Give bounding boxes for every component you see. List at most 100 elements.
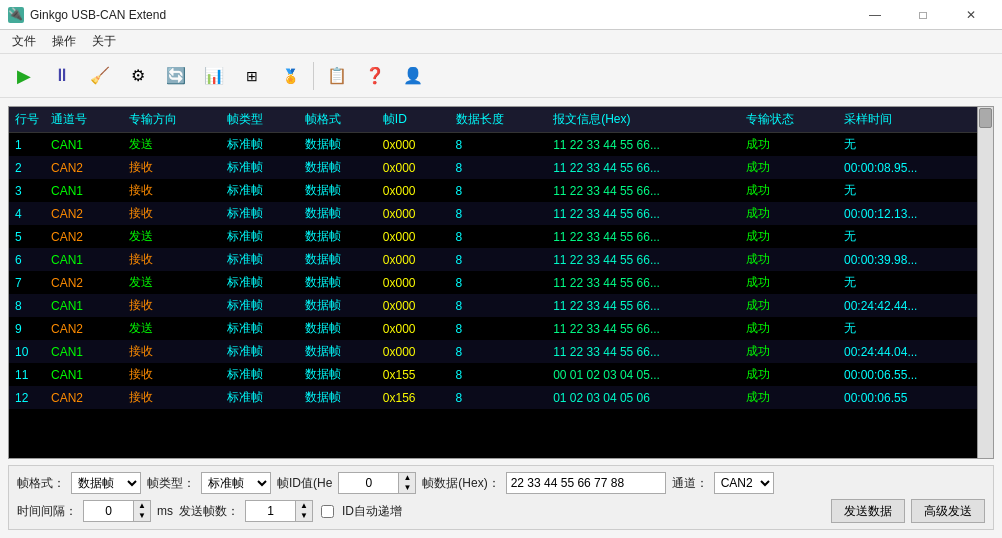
cell-dir: 发送 xyxy=(123,317,221,340)
cell-status: 成功 xyxy=(740,133,838,157)
cell-dir: 接收 xyxy=(123,156,221,179)
frame-id-input[interactable] xyxy=(338,472,398,494)
cell-row: 10 xyxy=(9,340,45,363)
control-row-2: 时间间隔： ▲ ▼ ms 发送帧数： ▲ ▼ ID自动递增 发送数据 xyxy=(17,499,985,523)
cell-data: 11 22 33 44 55 66... xyxy=(547,179,740,202)
frame-format-select[interactable]: 数据帧 远程帧 xyxy=(71,472,141,494)
menu-file[interactable]: 文件 xyxy=(4,30,44,53)
send-count-down-arrow[interactable]: ▼ xyxy=(296,511,312,521)
cell-len: 8 xyxy=(450,271,548,294)
cell-fformat: 数据帧 xyxy=(299,317,377,340)
cell-row: 7 xyxy=(9,271,45,294)
play-button[interactable]: ▶ xyxy=(6,58,42,94)
time-down-arrow[interactable]: ▼ xyxy=(134,511,150,521)
cell-len: 8 xyxy=(450,156,548,179)
cell-row: 3 xyxy=(9,179,45,202)
cell-dir: 接收 xyxy=(123,294,221,317)
cell-row: 5 xyxy=(9,225,45,248)
cell-dir: 发送 xyxy=(123,225,221,248)
filter-button[interactable]: 🏅 xyxy=(272,58,308,94)
refresh-button[interactable]: 🔄 xyxy=(158,58,194,94)
frame-data-input[interactable] xyxy=(506,472,666,494)
cell-id: 0x156 xyxy=(377,386,450,409)
cell-time: 无 xyxy=(838,179,977,202)
time-interval-input[interactable] xyxy=(83,500,133,522)
table-row: 6 CAN1 接收 标准帧 数据帧 0x000 8 11 22 33 44 55… xyxy=(9,248,977,271)
control-row-1: 帧格式： 数据帧 远程帧 帧类型： 标准帧 扩展帧 帧ID值(He ▲ ▼ 帧数… xyxy=(17,472,985,494)
app-icon: 🔌 xyxy=(8,7,24,23)
cell-data: 11 22 33 44 55 66... xyxy=(547,271,740,294)
frame-id-down-arrow[interactable]: ▼ xyxy=(399,483,415,493)
help-button[interactable]: ❓ xyxy=(357,58,393,94)
settings-button[interactable]: ⚙ xyxy=(120,58,156,94)
cell-channel: CAN1 xyxy=(45,363,123,386)
channel-select[interactable]: CAN1 CAN2 xyxy=(714,472,774,494)
cell-len: 8 xyxy=(450,363,548,386)
menu-operate[interactable]: 操作 xyxy=(44,30,84,53)
cell-time: 00:00:08.95... xyxy=(838,156,977,179)
pause-button[interactable]: ⏸ xyxy=(44,58,80,94)
col-header-channel: 通道号 xyxy=(45,107,123,133)
cell-row: 1 xyxy=(9,133,45,157)
control-panel: 帧格式： 数据帧 远程帧 帧类型： 标准帧 扩展帧 帧ID值(He ▲ ▼ 帧数… xyxy=(8,465,994,530)
frame-id-up-arrow[interactable]: ▲ xyxy=(399,473,415,483)
cell-dir: 接收 xyxy=(123,340,221,363)
scrollbar-thumb[interactable] xyxy=(979,108,992,128)
cell-channel: CAN1 xyxy=(45,248,123,271)
time-interval-spinner: ▲ ▼ xyxy=(83,500,151,522)
frame-id-spinner: ▲ ▼ xyxy=(338,472,416,494)
advanced-send-button[interactable]: 高级发送 xyxy=(911,499,985,523)
cell-row: 4 xyxy=(9,202,45,225)
cell-id: 0x000 xyxy=(377,271,450,294)
auto-id-checkbox[interactable] xyxy=(321,505,334,518)
cell-status: 成功 xyxy=(740,317,838,340)
cell-id: 0x000 xyxy=(377,179,450,202)
cell-channel: CAN1 xyxy=(45,294,123,317)
cell-time: 00:00:39.98... xyxy=(838,248,977,271)
cell-len: 8 xyxy=(450,248,548,271)
table-row: 10 CAN1 接收 标准帧 数据帧 0x000 8 11 22 33 44 5… xyxy=(9,340,977,363)
minimize-button[interactable]: — xyxy=(852,0,898,30)
cell-fformat: 数据帧 xyxy=(299,202,377,225)
cell-data: 11 22 33 44 55 66... xyxy=(547,317,740,340)
cell-len: 8 xyxy=(450,225,548,248)
cell-ftype: 标准帧 xyxy=(221,340,299,363)
cell-row: 2 xyxy=(9,156,45,179)
auto-id-label: ID自动递增 xyxy=(342,503,402,520)
cell-time: 00:24:42.44... xyxy=(838,294,977,317)
send-data-button[interactable]: 发送数据 xyxy=(831,499,905,523)
send-count-input[interactable] xyxy=(245,500,295,522)
table-row: 1 CAN1 发送 标准帧 数据帧 0x000 8 11 22 33 44 55… xyxy=(9,133,977,157)
cell-ftype: 标准帧 xyxy=(221,386,299,409)
cell-row: 8 xyxy=(9,294,45,317)
cell-fformat: 数据帧 xyxy=(299,294,377,317)
cell-channel: CAN2 xyxy=(45,317,123,340)
frame-type-select[interactable]: 标准帧 扩展帧 xyxy=(201,472,271,494)
frame-data-label: 帧数据(Hex)： xyxy=(422,475,499,492)
cell-status: 成功 xyxy=(740,248,838,271)
cell-channel: CAN2 xyxy=(45,386,123,409)
cell-channel: CAN1 xyxy=(45,133,123,157)
maximize-button[interactable]: □ xyxy=(900,0,946,30)
cell-status: 成功 xyxy=(740,225,838,248)
file-button[interactable]: 📋 xyxy=(319,58,355,94)
cell-ftype: 标准帧 xyxy=(221,271,299,294)
grid-button[interactable]: ⊞ xyxy=(234,58,270,94)
cell-time: 无 xyxy=(838,317,977,340)
close-button[interactable]: ✕ xyxy=(948,0,994,30)
time-up-arrow[interactable]: ▲ xyxy=(134,501,150,511)
menu-about[interactable]: 关于 xyxy=(84,30,124,53)
send-count-up-arrow[interactable]: ▲ xyxy=(296,501,312,511)
user-button[interactable]: 👤 xyxy=(395,58,431,94)
chart-button[interactable]: 📊 xyxy=(196,58,232,94)
cell-data: 11 22 33 44 55 66... xyxy=(547,202,740,225)
clear-button[interactable]: 🧹 xyxy=(82,58,118,94)
frame-format-label: 帧格式： xyxy=(17,475,65,492)
scrollbar[interactable] xyxy=(977,107,993,458)
table-scroll-area[interactable]: 行号 通道号 专输方向 帧类型 帧格式 帧ID 数据长度 报文信息(Hex) 专… xyxy=(9,107,993,458)
cell-channel: CAN2 xyxy=(45,271,123,294)
main-content: 行号 通道号 专输方向 帧类型 帧格式 帧ID 数据长度 报文信息(Hex) 专… xyxy=(0,98,1002,538)
cell-len: 8 xyxy=(450,179,548,202)
cell-ftype: 标准帧 xyxy=(221,179,299,202)
cell-row: 11 xyxy=(9,363,45,386)
